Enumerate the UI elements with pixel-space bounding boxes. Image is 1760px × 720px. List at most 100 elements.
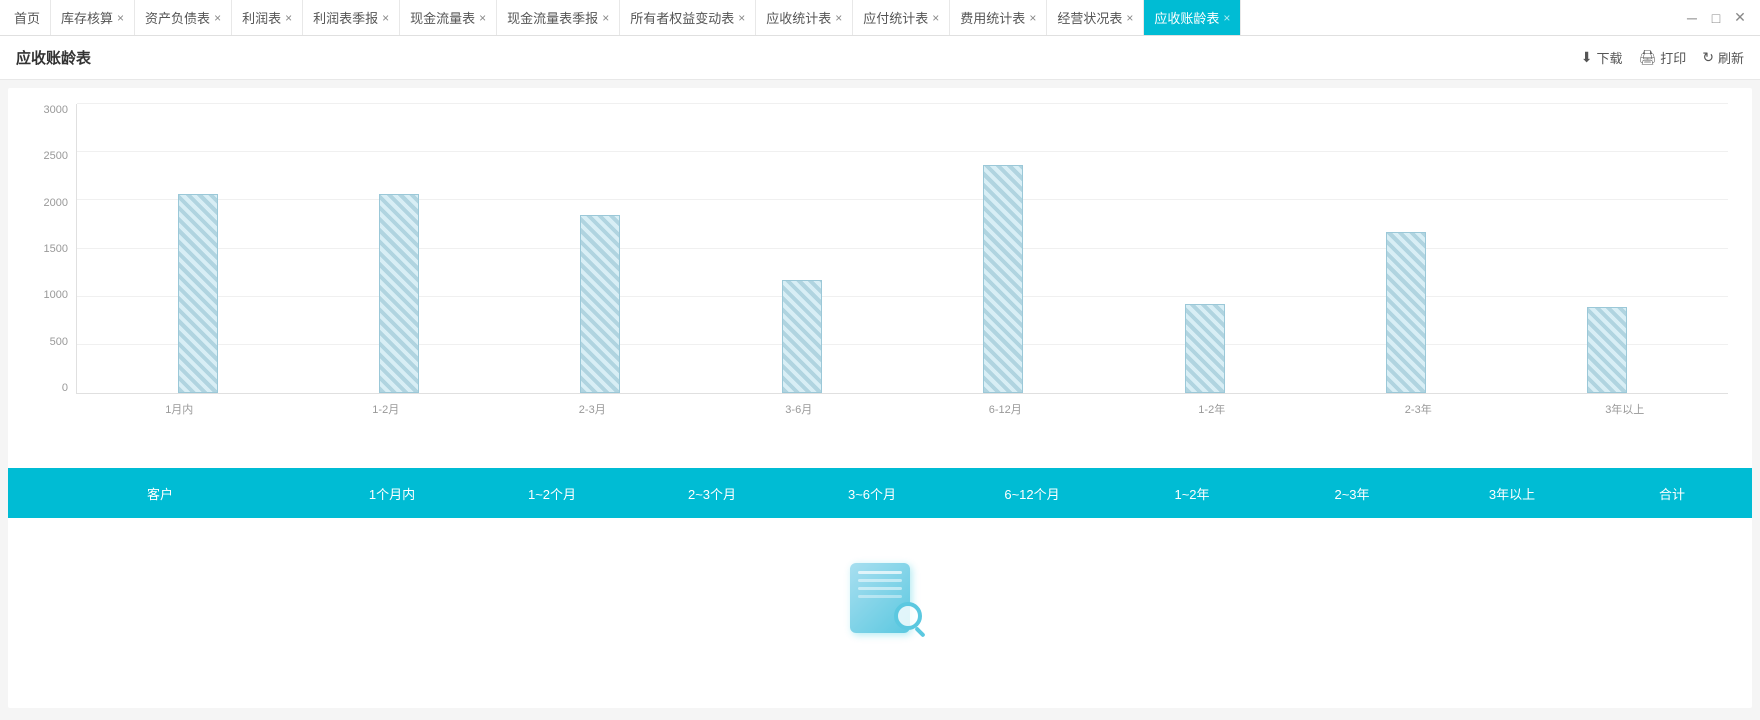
tab-close-icon[interactable]: × xyxy=(117,11,124,25)
tab-profit-quarterly[interactable]: 利润表季报 × xyxy=(303,0,400,36)
bar-group xyxy=(298,194,499,393)
x-axis-label: 1-2月 xyxy=(283,401,490,417)
tab-aging[interactable]: 应收账龄表 × xyxy=(1144,0,1241,36)
x-axis-label: 6-12月 xyxy=(902,401,1109,417)
tab-close-icon[interactable]: × xyxy=(214,11,221,25)
tab-label: 首页 xyxy=(14,8,40,27)
y-axis-label: 2500 xyxy=(32,150,72,162)
page-title: 应收账龄表 xyxy=(16,47,91,68)
print-label: 打印 xyxy=(1660,48,1686,67)
download-icon: ⬇ xyxy=(1581,49,1593,66)
x-axis-label: 3-6月 xyxy=(696,401,903,417)
header-actions: ⬇ 下载 🖨 打印 ↻ 刷新 xyxy=(1581,48,1744,67)
table-header-cell: 客户 xyxy=(8,484,312,503)
chart-bar xyxy=(379,194,419,393)
x-axis-label: 1月内 xyxy=(76,401,283,417)
bar-group xyxy=(500,215,701,393)
empty-state xyxy=(8,518,1752,658)
tab-expense-stats[interactable]: 费用统计表 × xyxy=(950,0,1047,36)
chart-bar xyxy=(1185,304,1225,393)
bar-group xyxy=(1507,307,1708,393)
refresh-button[interactable]: ↻ 刷新 xyxy=(1702,48,1744,67)
table-header-cell: 1个月内 xyxy=(312,484,472,503)
tab-close-icon[interactable]: × xyxy=(479,11,486,25)
print-icon: 🖨 xyxy=(1638,49,1656,66)
maximize-button[interactable]: □ xyxy=(1708,10,1724,26)
x-axis-label: 2-3年 xyxy=(1315,401,1522,417)
tab-close-icon[interactable]: × xyxy=(738,11,745,25)
table-header-cell: 2~3年 xyxy=(1272,484,1432,503)
tab-receivable-stats[interactable]: 应收统计表 × xyxy=(756,0,853,36)
tab-inventory[interactable]: 库存核算 × xyxy=(51,0,135,36)
tab-close-icon[interactable]: × xyxy=(1029,11,1036,25)
y-axis-label: 500 xyxy=(32,336,72,348)
minimize-button[interactable]: ─ xyxy=(1684,10,1700,26)
tab-payable-stats[interactable]: 应付统计表 × xyxy=(853,0,950,36)
tab-label: 应付统计表 xyxy=(863,8,928,27)
tab-close-icon[interactable]: × xyxy=(285,11,292,25)
x-axis: 1月内1-2月2-3月3-6月6-12月1-2年2-3年3年以上 xyxy=(76,394,1728,424)
tab-label: 现金流量表 xyxy=(410,8,475,27)
tab-home[interactable]: 首页 xyxy=(4,0,51,36)
y-axis-label: 2000 xyxy=(32,197,72,209)
chart-bar xyxy=(983,165,1023,393)
table-header-cell: 3年以上 xyxy=(1432,484,1592,503)
tab-close-icon[interactable]: × xyxy=(602,11,609,25)
bar-group xyxy=(97,194,298,393)
tab-label: 利润表季报 xyxy=(313,8,378,27)
tab-label: 所有者权益变动表 xyxy=(630,8,734,27)
tab-close-icon[interactable]: × xyxy=(1223,11,1230,25)
chart-bar xyxy=(1587,307,1627,393)
table-header: 客户1个月内1~2个月2~3个月3~6个月6~12个月1~2年2~3年3年以上合… xyxy=(8,468,1752,518)
tab-equity[interactable]: 所有者权益变动表 × xyxy=(620,0,756,36)
table-header-cell: 3~6个月 xyxy=(792,484,952,503)
tab-cashflow[interactable]: 现金流量表 × xyxy=(400,0,497,36)
y-axis-label: 1000 xyxy=(32,289,72,301)
chart-bar xyxy=(782,280,822,393)
bar-group xyxy=(1305,232,1506,393)
chart-area: 050010001500200025003000 1月内1-2月2-3月3-6月… xyxy=(8,88,1752,468)
main-content: 050010001500200025003000 1月内1-2月2-3月3-6月… xyxy=(8,88,1752,708)
refresh-label: 刷新 xyxy=(1718,48,1744,67)
tab-close-icon[interactable]: × xyxy=(1126,11,1133,25)
tab-operations[interactable]: 经营状况表× xyxy=(1047,0,1144,36)
tab-label: 费用统计表 xyxy=(960,8,1025,27)
bar-group xyxy=(701,280,902,393)
bars-container xyxy=(77,104,1728,393)
tab-label: 资产负债表 xyxy=(145,8,210,27)
chart-container: 050010001500200025003000 1月内1-2月2-3月3-6月… xyxy=(32,104,1728,424)
download-label: 下载 xyxy=(1596,48,1622,67)
tab-close-icon[interactable]: × xyxy=(932,11,939,25)
refresh-icon: ↻ xyxy=(1702,49,1714,66)
table-header-cell: 合计 xyxy=(1592,484,1752,503)
bar-group xyxy=(903,165,1104,393)
window-controls: ─ □ ✕ xyxy=(1676,10,1756,26)
tab-label: 利润表 xyxy=(242,8,281,27)
tab-label: 应收统计表 xyxy=(766,8,831,27)
tab-label: 现金流量表季报 xyxy=(507,8,598,27)
x-axis-label: 2-3月 xyxy=(489,401,696,417)
tab-cashflow-quarterly[interactable]: 现金流量表季报 × xyxy=(497,0,620,36)
table-header-cell: 6~12个月 xyxy=(952,484,1112,503)
download-button[interactable]: ⬇ 下载 xyxy=(1581,48,1623,67)
y-axis: 050010001500200025003000 xyxy=(32,104,72,394)
chart-inner xyxy=(76,104,1728,394)
bar-group xyxy=(1104,304,1305,393)
chart-bar xyxy=(580,215,620,393)
search-circle-icon xyxy=(894,602,922,630)
tab-balance[interactable]: 资产负债表 × xyxy=(135,0,232,36)
tab-profit[interactable]: 利润表 × xyxy=(232,0,303,36)
tab-bar: 首页库存核算×资产负债表×利润表×利润表季报×现金流量表×现金流量表季报×所有者… xyxy=(0,0,1760,36)
tab-label: 库存核算 xyxy=(61,8,113,27)
tab-label: 应收账龄表 xyxy=(1154,8,1219,27)
y-axis-label: 0 xyxy=(32,382,72,394)
x-axis-label: 3年以上 xyxy=(1522,401,1729,417)
tab-close-icon[interactable]: × xyxy=(382,11,389,25)
print-button[interactable]: 🖨 打印 xyxy=(1638,48,1686,67)
close-button[interactable]: ✕ xyxy=(1732,10,1748,26)
table-header-cell: 1~2年 xyxy=(1112,484,1272,503)
tab-close-icon[interactable]: × xyxy=(835,11,842,25)
x-axis-label: 1-2年 xyxy=(1109,401,1316,417)
chart-bar xyxy=(1386,232,1426,393)
chart-bar xyxy=(178,194,218,393)
